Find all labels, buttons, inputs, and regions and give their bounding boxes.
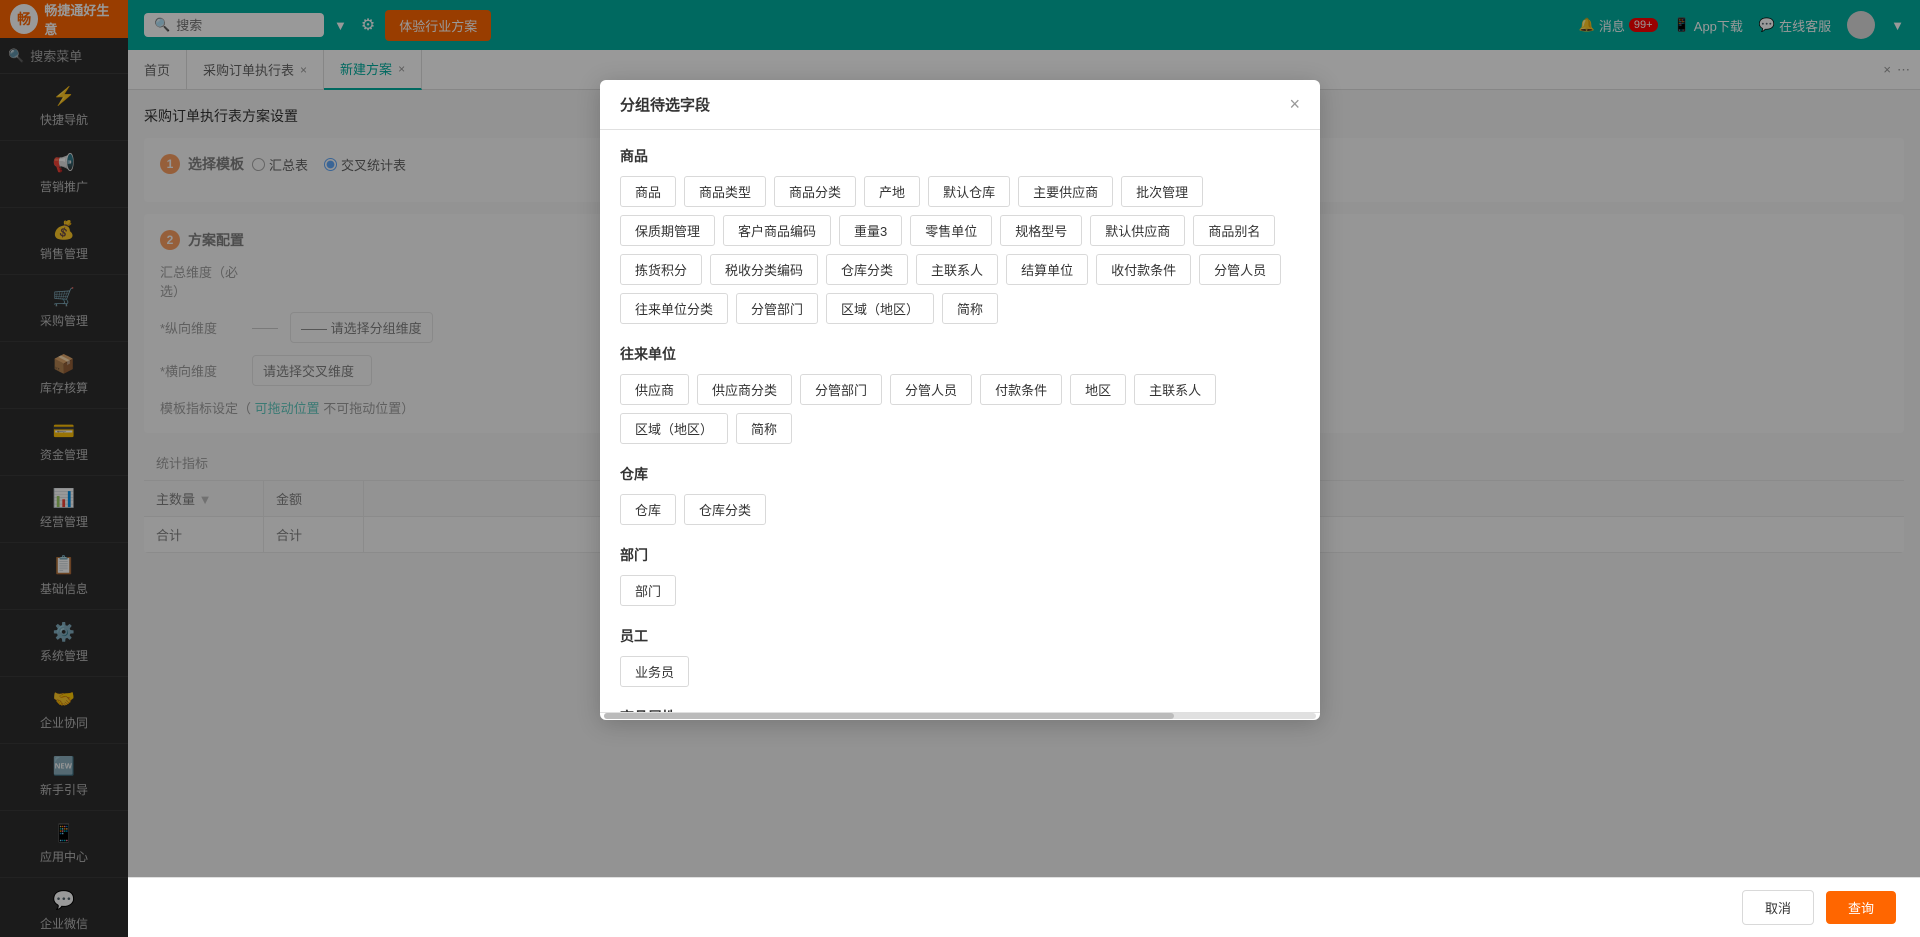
field-chip[interactable]: 供应商分类 (697, 374, 792, 405)
field-chips-partner: 供应商 供应商分类 分管部门 分管人员 付款条件 地区 主联系人 区域（地区） … (620, 374, 1300, 444)
field-chip[interactable]: 仓库 (620, 494, 676, 525)
field-chip[interactable]: 结算单位 (1006, 254, 1088, 285)
field-chip[interactable]: 区域（地区） (826, 293, 934, 324)
field-group-employee-title: 员工 (620, 626, 1300, 646)
field-chip[interactable]: 主要供应商 (1018, 176, 1113, 207)
field-chip[interactable]: 批次管理 (1121, 176, 1203, 207)
field-chip[interactable]: 主联系人 (916, 254, 998, 285)
field-chip[interactable]: 商品别名 (1193, 215, 1275, 246)
modal-horizontal-scrollbar[interactable] (600, 712, 1320, 720)
field-chip[interactable]: 税收分类编码 (710, 254, 818, 285)
field-chip[interactable]: 商品 (620, 176, 676, 207)
modal-close-button[interactable]: × (1289, 94, 1300, 115)
field-chip[interactable]: 保质期管理 (620, 215, 715, 246)
field-group-partner: 往来单位 供应商 供应商分类 分管部门 分管人员 付款条件 地区 主联系人 区域… (620, 344, 1300, 444)
field-chip[interactable]: 主联系人 (1134, 374, 1216, 405)
field-group-goods-title: 商品 (620, 146, 1300, 166)
field-chip[interactable]: 默认供应商 (1090, 215, 1185, 246)
field-chip[interactable]: 仓库分类 (826, 254, 908, 285)
field-chip[interactable]: 商品分类 (774, 176, 856, 207)
field-group-partner-title: 往来单位 (620, 344, 1300, 364)
field-chip[interactable]: 供应商 (620, 374, 689, 405)
field-chip[interactable]: 零售单位 (910, 215, 992, 246)
field-group-warehouse-title: 仓库 (620, 464, 1300, 484)
confirm-button[interactable]: 查询 (1826, 891, 1896, 924)
field-chip[interactable]: 分管部门 (736, 293, 818, 324)
field-chip[interactable]: 简称 (942, 293, 998, 324)
modal-body: 商品 商品 商品类型 商品分类 产地 默认仓库 主要供应商 批次管理 保质期管理… (600, 130, 1320, 712)
field-chip[interactable]: 客户商品编码 (723, 215, 831, 246)
field-chip[interactable]: 分管人员 (1199, 254, 1281, 285)
field-chips-warehouse: 仓库 仓库分类 (620, 494, 1300, 525)
field-chips-department: 部门 (620, 575, 1300, 606)
footer-bar: 取消 查询 (128, 877, 1920, 937)
modal-header: 分组待选字段 × (600, 80, 1320, 130)
field-group-warehouse: 仓库 仓库 仓库分类 (620, 464, 1300, 525)
modal-title: 分组待选字段 (620, 94, 710, 115)
field-group-goods: 商品 商品 商品类型 商品分类 产地 默认仓库 主要供应商 批次管理 保质期管理… (620, 146, 1300, 324)
field-chip[interactable]: 分管部门 (800, 374, 882, 405)
field-chip[interactable]: 业务员 (620, 656, 689, 687)
field-chip[interactable]: 分管人员 (890, 374, 972, 405)
field-chip[interactable]: 简称 (736, 413, 792, 444)
field-chip[interactable]: 默认仓库 (928, 176, 1010, 207)
field-chip[interactable]: 区域（地区） (620, 413, 728, 444)
field-chips-employee: 业务员 (620, 656, 1300, 687)
field-chip[interactable]: 商品类型 (684, 176, 766, 207)
field-chip[interactable]: 收付款条件 (1096, 254, 1191, 285)
field-chips-goods: 商品 商品类型 商品分类 产地 默认仓库 主要供应商 批次管理 保质期管理 客户… (620, 176, 1300, 324)
field-group-department-title: 部门 (620, 545, 1300, 565)
field-chip[interactable]: 产地 (864, 176, 920, 207)
field-chip[interactable]: 拣货积分 (620, 254, 702, 285)
field-chip[interactable]: 往来单位分类 (620, 293, 728, 324)
cancel-button[interactable]: 取消 (1742, 890, 1814, 925)
field-selection-modal: 分组待选字段 × 商品 商品 商品类型 商品分类 产地 默认仓库 主要供应商 批… (600, 80, 1320, 720)
field-chip[interactable]: 规格型号 (1000, 215, 1082, 246)
field-group-department: 部门 部门 (620, 545, 1300, 606)
field-chip[interactable]: 仓库分类 (684, 494, 766, 525)
field-chip[interactable]: 重量3 (839, 215, 902, 246)
field-chip[interactable]: 付款条件 (980, 374, 1062, 405)
field-chip[interactable]: 部门 (620, 575, 676, 606)
field-group-employee: 员工 业务员 (620, 626, 1300, 687)
field-chip[interactable]: 地区 (1070, 374, 1126, 405)
